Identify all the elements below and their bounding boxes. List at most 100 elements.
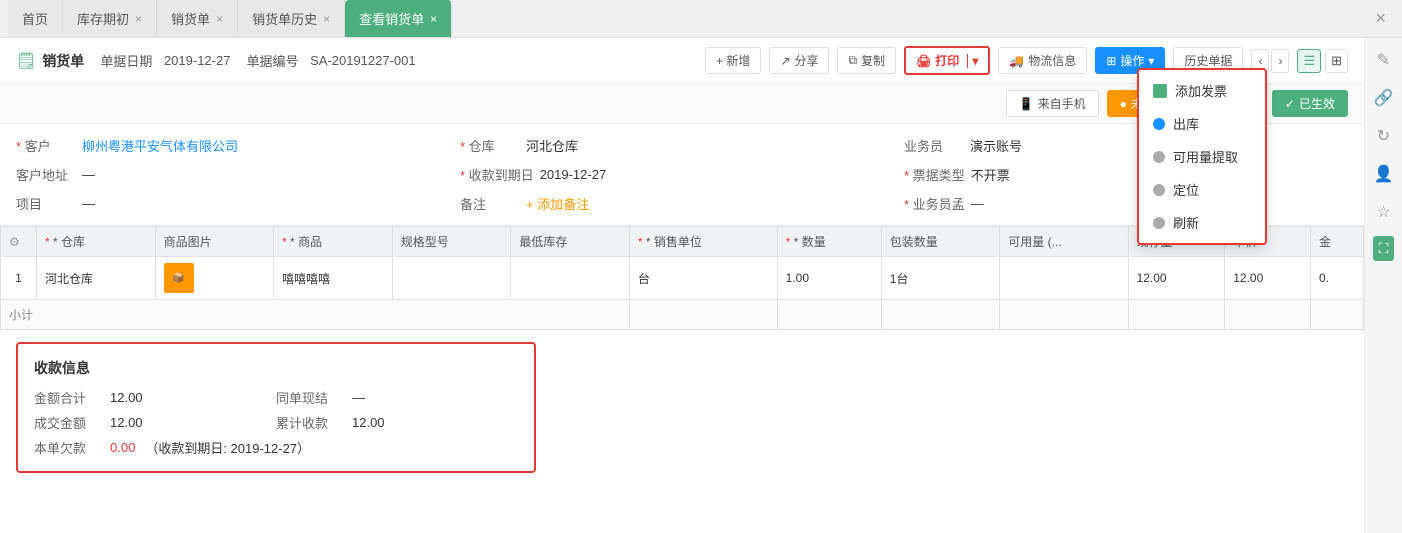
cumulative-label: 累计收款 [276, 413, 346, 432]
payment-info-grid: 金额合计 12.00 同单现结 — 成交金额 12.00 累计收款 12.00 … [34, 388, 518, 457]
payment-date-row: 收款到期日 2019-12-27 [460, 165, 904, 184]
print-button[interactable]: 🖨 打印 ▾ [904, 46, 990, 75]
staff2-label: 业务员孟 [904, 194, 965, 213]
new-button[interactable]: + 新增 [705, 47, 761, 74]
total-amount-label: 金额合计 [34, 388, 104, 407]
tab-sales-order[interactable]: 销货单 × [157, 0, 238, 37]
refresh-circle-icon[interactable]: ↻ [1373, 122, 1394, 150]
star-icon[interactable]: ☆ [1372, 198, 1394, 226]
pkg-qty-col-header: 包装数量 [881, 227, 1000, 257]
arrears-note: （收款到期日: 2019-12-27） [145, 438, 310, 457]
tab-close-view[interactable]: × [430, 12, 437, 26]
product-image: 📦 [164, 263, 194, 293]
row-available [1000, 257, 1128, 300]
doc-meta: 单据日期 2019-12-27 单据编号 SA-20191227-001 [100, 51, 415, 70]
effective-icon: ✓ [1285, 97, 1295, 111]
view-icons: ☰ ⊞ [1297, 49, 1348, 73]
phone-icon: 📱 [1019, 97, 1034, 111]
remark-label: 备注 [460, 194, 520, 213]
copy-button[interactable]: ⧉ 复制 [837, 47, 896, 74]
table-settings-icon[interactable]: ⚙ [9, 235, 20, 249]
edit-icon[interactable]: ✎ [1373, 46, 1394, 74]
project-label: 项目 [16, 194, 76, 213]
doc-date-value: 2019-12-27 [164, 53, 231, 68]
tab-view-sales[interactable]: 查看销货单 × [345, 0, 452, 37]
transaction-label: 成交金额 [34, 413, 104, 432]
tab-close-inventory[interactable]: × [135, 12, 142, 26]
row-no: 1 [1, 257, 37, 300]
ticket-type-row: 票据类型 不开票 [904, 165, 1348, 184]
user-icon[interactable]: 👤 [1370, 160, 1398, 188]
tab-inventory-init[interactable]: 库存期初 × [63, 0, 157, 37]
customer-label: 客户 [16, 136, 76, 155]
row-unit: 台 [629, 257, 777, 300]
pending-icon: ● [1120, 97, 1127, 111]
dropdown-refresh[interactable]: 刷新 [1139, 206, 1265, 239]
dropdown-add-invoice[interactable]: 添加发票 [1139, 74, 1265, 107]
payment-info-section: 收款信息 金额合计 12.00 同单现结 — 成交金额 12.00 累计收款 1… [16, 342, 536, 473]
share-icon: ↗ [780, 54, 790, 68]
cumulative-row: 累计收款 12.00 [276, 413, 518, 432]
warehouse-row: 仓库 河北仓库 [460, 136, 904, 155]
dropdown-available-take[interactable]: 可用量提取 [1139, 140, 1265, 173]
add-remark-button[interactable]: + 添加备注 [526, 194, 589, 213]
dropdown-locate[interactable]: 定位 [1139, 173, 1265, 206]
effective-status-button[interactable]: ✓ 已生效 [1272, 90, 1348, 117]
settings-col-header: ⚙ [1, 227, 37, 257]
link-icon[interactable]: 🔗 [1370, 84, 1398, 112]
row-pkg-qty: 1台 [881, 257, 1000, 300]
expand-icon[interactable]: ⛶ [1373, 236, 1395, 261]
same-order-row: 同单现结 — [276, 388, 518, 407]
staff-label: 业务员 [904, 136, 964, 155]
next-button[interactable]: › [1271, 49, 1289, 73]
logistics-icon: 🚚 [1009, 54, 1024, 68]
subtotal-row: 小计 [1, 300, 1364, 330]
tab-home[interactable]: 首页 [8, 0, 63, 37]
grid-view-button[interactable]: ⊞ [1325, 49, 1348, 73]
arrears-row: 本单欠款 0.00 （收款到期日: 2019-12-27） [34, 438, 518, 457]
add-invoice-icon [1153, 84, 1167, 98]
row-quantity: 1.00 [777, 257, 881, 300]
min-stock-col-header: 最低库存 [511, 227, 630, 257]
staff2-row: 业务员孟 — [904, 194, 1348, 213]
subtotal-label: 小计 [1, 300, 630, 330]
arrears-value: 0.00 [110, 440, 135, 455]
tab-sales-history[interactable]: 销货单历史 × [238, 0, 345, 37]
remark-row: 备注 + 添加备注 [460, 194, 904, 213]
out-stock-icon [1153, 118, 1165, 130]
doc-number-label: 单据编号 SA-20191227-001 [246, 51, 415, 70]
row-model [392, 257, 511, 300]
address-row: 客户地址 — [16, 165, 460, 184]
logistics-button[interactable]: 🚚 物流信息 [998, 47, 1087, 74]
print-dropdown-arrow[interactable]: ▾ [967, 54, 978, 68]
operate-dropdown-menu: 添加发票 出库 可用量提取 定位 刷新 [1137, 68, 1267, 245]
same-order-value: — [352, 390, 365, 405]
operate-icon: ⊞ [1106, 54, 1116, 68]
window-close-button[interactable]: × [1367, 4, 1394, 33]
doc-type-label: 销货单 [42, 51, 84, 71]
project-row: 项目 — [16, 194, 460, 213]
dropdown-out-stock[interactable]: 出库 [1139, 107, 1265, 140]
row-min-stock [511, 257, 630, 300]
right-icons-panel: ✎ 🔗 ↻ 👤 ☆ ⛶ [1364, 38, 1402, 533]
arrears-label: 本单欠款 [34, 438, 104, 457]
phone-status-button[interactable]: 📱 来自手机 [1006, 90, 1099, 117]
ticket-type-value: 不开票 [971, 165, 1010, 184]
total-amount-row: 金额合计 12.00 [34, 388, 276, 407]
product-col-header: * * 商品 [274, 227, 393, 257]
tab-close-sales[interactable]: × [216, 12, 223, 26]
list-view-button[interactable]: ☰ [1297, 49, 1321, 73]
row-price: 12.00 [1225, 257, 1311, 300]
transaction-value: 12.00 [110, 415, 143, 430]
doc-date-label: 单据日期 2019-12-27 [100, 51, 230, 70]
tab-close-history[interactable]: × [323, 12, 330, 26]
customer-row: 客户 柳州粤港平安气体有限公司 [16, 136, 460, 155]
warehouse-label: 仓库 [460, 136, 520, 155]
share-button[interactable]: ↗ 分享 [769, 47, 829, 74]
staff2-value: — [971, 196, 984, 211]
same-order-label: 同单现结 [276, 388, 346, 407]
project-value: — [82, 196, 95, 211]
ticket-type-label: 票据类型 [904, 165, 965, 184]
payment-info-title: 收款信息 [34, 358, 518, 378]
customer-value[interactable]: 柳州粤港平安气体有限公司 [82, 136, 238, 155]
